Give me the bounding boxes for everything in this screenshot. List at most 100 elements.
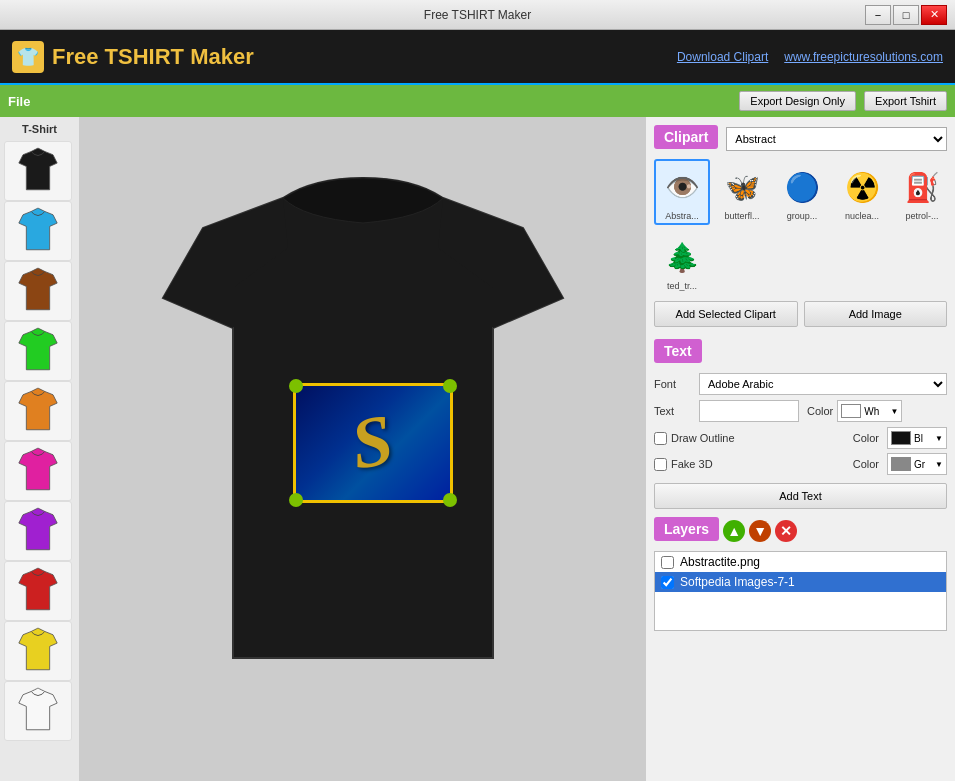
layers-header-row: Layers ▲ ▼ ✕	[654, 517, 947, 545]
tshirt-color-item-1[interactable]	[4, 201, 72, 261]
app-header: 👕 Free TSHIRT Maker Download Clipart www…	[0, 30, 955, 85]
clipart-item-0[interactable]: 👁️Abstra...	[654, 159, 710, 225]
logo-maker: Maker	[184, 44, 254, 69]
canvas-area: SOFTPEDIA S	[80, 117, 645, 781]
clipart-item-1[interactable]: 🦋butterfl...	[714, 159, 770, 225]
clipart-img-1: 🦋	[718, 163, 766, 211]
color-value-3: Gr	[914, 459, 925, 470]
clipart-label-4: petrol-...	[898, 211, 946, 221]
clipart-item-2[interactable]: 🔵group...	[774, 159, 830, 225]
text-color-dropdown-1[interactable]: Wh ▼	[837, 400, 902, 422]
layer-down-button[interactable]: ▼	[749, 520, 771, 542]
clipart-item-3[interactable]: ☢️nuclea...	[834, 159, 890, 225]
clipart-grid: 👁️Abstra...🦋butterfl...🔵group...☢️nuclea…	[654, 159, 947, 295]
close-button[interactable]: ✕	[921, 5, 947, 25]
design-image: S	[296, 386, 450, 500]
text-color-dropdown-2[interactable]: Bl ▼	[887, 427, 947, 449]
logo-icon: 👕	[12, 41, 44, 73]
clipart-img-0: 👁️	[658, 163, 706, 211]
clipart-img-2: 🔵	[778, 163, 826, 211]
tshirt-display: S	[103, 168, 623, 731]
minimize-button[interactable]: −	[865, 5, 891, 25]
tshirt-color-item-7[interactable]	[4, 561, 72, 621]
layers-section: Layers ▲ ▼ ✕ Abstractite.png Softpedia Im…	[654, 517, 947, 773]
export-design-button[interactable]: Export Design Only	[739, 91, 856, 111]
color-swatch-3	[891, 457, 911, 471]
titlebar: Free TSHIRT Maker − □ ✕	[0, 0, 955, 30]
logo-text: Free TSHIRT Maker	[52, 44, 254, 70]
text-section-header: Text	[654, 339, 702, 363]
layer-up-button[interactable]: ▲	[723, 520, 745, 542]
file-menu[interactable]: File	[8, 94, 30, 109]
text-input[interactable]	[699, 400, 799, 422]
clipart-item-5[interactable]: 🌲ted_tr...	[654, 229, 710, 295]
layer-item-1[interactable]: Softpedia Images-7-1	[655, 572, 946, 592]
handle-bl[interactable]	[289, 493, 303, 507]
tshirt-color-item-5[interactable]	[4, 441, 72, 501]
tshirt-color-item-6[interactable]	[4, 501, 72, 561]
clipart-header-row: Clipart AbstractAnimalsBusinessChristmas…	[654, 125, 947, 153]
logo-tshirt: TSHIRT	[105, 44, 184, 69]
layer-name-1: Softpedia Images-7-1	[680, 575, 795, 589]
design-box[interactable]: S	[293, 383, 453, 503]
color-label-1: Color	[807, 405, 833, 417]
clipart-img-3: ☢️	[838, 163, 886, 211]
color-value-2: Bl	[914, 433, 923, 444]
tshirt-color-item-8[interactable]	[4, 621, 72, 681]
clipart-label-1: butterfl...	[718, 211, 766, 221]
add-text-button[interactable]: Add Text	[654, 483, 947, 509]
header-links: Download Clipart www.freepicturesolution…	[677, 50, 943, 64]
tshirt-color-item-9[interactable]	[4, 681, 72, 741]
maximize-button[interactable]: □	[893, 5, 919, 25]
fake3d-label: Fake 3D	[671, 458, 849, 470]
draw-outline-checkbox[interactable]	[654, 432, 667, 445]
clipart-label-3: nuclea...	[838, 211, 886, 221]
text-label: Text	[654, 405, 699, 417]
app-logo: 👕 Free TSHIRT Maker	[12, 41, 254, 73]
logo-free: Free	[52, 44, 105, 69]
clipart-section-header: Clipart	[654, 125, 718, 149]
tshirt-color-panel: T-Shirt	[0, 117, 80, 781]
layer-item-0[interactable]: Abstractite.png	[655, 552, 946, 572]
tshirt-color-item-2[interactable]	[4, 261, 72, 321]
font-dropdown[interactable]: Adobe Arabic Arial Times New Roman Verda…	[699, 373, 947, 395]
tshirt-color-list	[4, 141, 75, 741]
color-swatch-2	[891, 431, 911, 445]
clipart-img-4: ⛽	[898, 163, 946, 211]
window-controls[interactable]: − □ ✕	[865, 5, 947, 25]
add-image-button[interactable]: Add Image	[804, 301, 948, 327]
right-panel: Clipart AbstractAnimalsBusinessChristmas…	[645, 117, 955, 781]
clipart-label-2: group...	[778, 211, 826, 221]
text-color-dropdown-3[interactable]: Gr ▼	[887, 453, 947, 475]
clipart-category-dropdown[interactable]: AbstractAnimalsBusinessChristmasFantasyF…	[726, 127, 947, 151]
clipart-label-0: Abstra...	[658, 211, 706, 221]
layers-list: Abstractite.png Softpedia Images-7-1	[654, 551, 947, 631]
color-label-2: Color	[853, 432, 879, 444]
layer-checkbox-1[interactable]	[661, 576, 674, 589]
fake3d-checkbox[interactable]	[654, 458, 667, 471]
handle-br[interactable]	[443, 493, 457, 507]
add-selected-clipart-button[interactable]: Add Selected Clipart	[654, 301, 798, 327]
website-link[interactable]: www.freepicturesolutions.com	[784, 50, 943, 64]
layer-delete-button[interactable]: ✕	[775, 520, 797, 542]
tshirt-color-item-0[interactable]	[4, 141, 72, 201]
clipart-item-4[interactable]: ⛽petrol-...	[894, 159, 950, 225]
color-value-1: Wh	[864, 406, 879, 417]
handle-tr[interactable]	[443, 379, 457, 393]
design-letter: S	[346, 398, 400, 487]
layer-name-0: Abstractite.png	[680, 555, 760, 569]
tshirt-color-item-3[interactable]	[4, 321, 72, 381]
toolbar: File Export Design Only Export Tshirt	[0, 85, 955, 117]
color-label-3: Color	[853, 458, 879, 470]
draw-outline-label: Draw Outline	[671, 432, 849, 444]
clipart-buttons: Add Selected Clipart Add Image	[654, 301, 947, 327]
download-clipart-link[interactable]: Download Clipart	[677, 50, 768, 64]
layers-section-header: Layers	[654, 517, 719, 541]
tshirt-panel-label: T-Shirt	[4, 123, 75, 135]
layer-checkbox-0[interactable]	[661, 556, 674, 569]
tshirt-color-item-4[interactable]	[4, 381, 72, 441]
main-content: T-Shirt SOFTPEDIA	[0, 117, 955, 781]
export-tshirt-button[interactable]: Export Tshirt	[864, 91, 947, 111]
clipart-img-5: 🌲	[658, 233, 706, 281]
handle-tl[interactable]	[289, 379, 303, 393]
